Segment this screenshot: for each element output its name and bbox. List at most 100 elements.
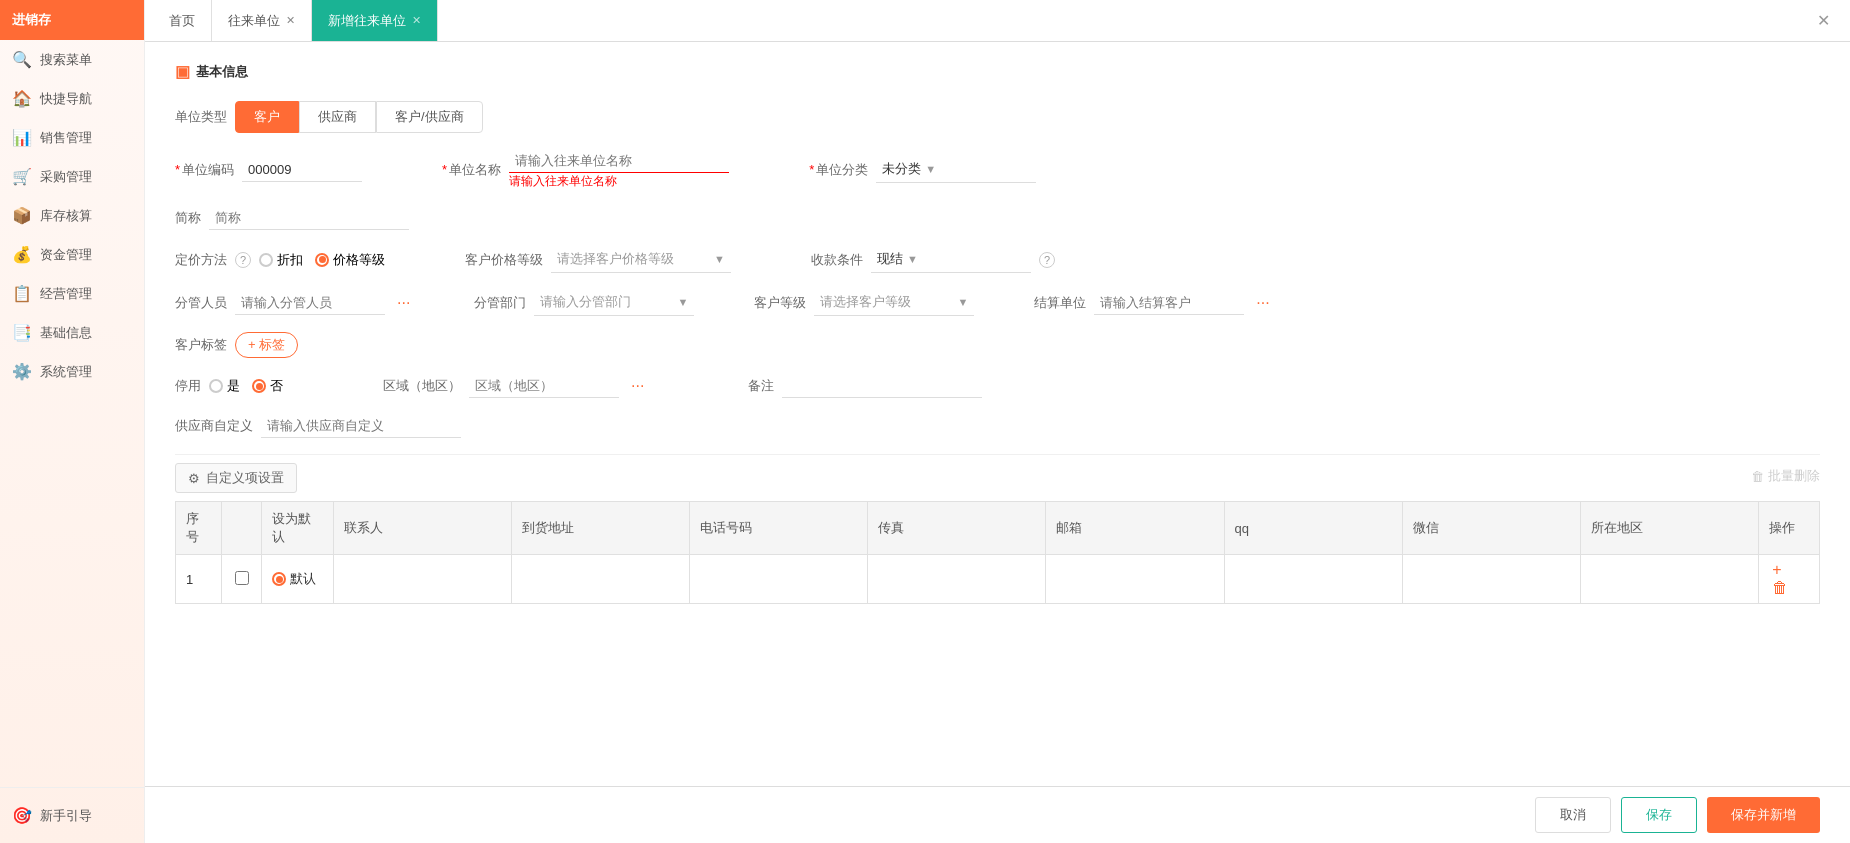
dept-label: 分管部门 [474,294,526,312]
tab-new-partner-close[interactable]: ✕ [412,14,421,27]
tab-partner[interactable]: 往来单位 ✕ [212,0,312,41]
cell-fax[interactable] [868,555,1046,604]
col-region: 所在地区 [1581,502,1759,555]
qq-input[interactable] [1235,572,1392,587]
region-more-icon[interactable]: ··· [627,377,648,395]
radio-circle-yes [209,379,223,393]
name-input-group: 请输入往来单位名称 [509,149,729,190]
type-btn-both[interactable]: 客户/供应商 [376,101,483,133]
customer-tag-group: 客户标签 + 标签 [175,332,298,358]
col-address: 到货地址 [511,502,689,555]
cell-email[interactable] [1046,555,1224,604]
add-tag-button[interactable]: + 标签 [235,332,298,358]
sidebar-item-inventory[interactable]: 📦 库存核算 [0,196,144,235]
sidebar-label-inventory: 库存核算 [40,207,92,225]
phone-input[interactable] [700,572,857,587]
tab-home[interactable]: 首页 [153,0,212,41]
tab-new-partner-label: 新增往来单位 [328,12,406,30]
payment-terms-help-icon[interactable]: ? [1039,252,1055,268]
customer-level-label: 客户等级 [754,294,806,312]
pricing-radio-price-level[interactable]: 价格等级 [315,251,385,269]
delete-row-button[interactable]: 🗑 [1769,579,1791,596]
search-icon: 🔍 [12,50,32,69]
save-new-button[interactable]: 保存并新增 [1707,797,1820,833]
custom-settings-button[interactable]: ⚙ 自定义项设置 [175,463,297,493]
cell-contact[interactable] [333,555,511,604]
code-label: *单位编码 [175,161,234,179]
custom-settings-label: 自定义项设置 [206,469,284,487]
disable-label: 停用 [175,377,201,395]
sidebar-item-system[interactable]: ⚙️ 系统管理 [0,352,144,391]
tabs-bar: 首页 往来单位 ✕ 新增往来单位 ✕ ✕ [145,0,1850,42]
settlement-more-icon[interactable]: ··· [1252,294,1273,312]
cell-checkbox[interactable] [222,555,262,604]
batch-delete-button[interactable]: 🗑 批量删除 [1751,467,1820,485]
cell-address[interactable] [511,555,689,604]
sidebar-item-guide[interactable]: 🎯 新手引导 [0,796,144,835]
disable-radio-group: 是 否 [209,377,283,395]
category-select[interactable]: 未分类 ▼ [876,156,1036,183]
customer-level-chevron-icon: ▼ [957,296,968,308]
cell-wechat[interactable] [1402,555,1580,604]
manager-input[interactable] [235,291,385,315]
supplier-custom-input[interactable] [261,414,461,438]
code-input[interactable] [242,158,362,182]
radio-label-price-level: 价格等级 [333,251,385,269]
table-row: 1 默认 [176,555,1820,604]
type-btn-supplier[interactable]: 供应商 [299,101,376,133]
unit-type-label: 单位类型 [175,108,227,126]
sidebar-item-basic-info[interactable]: 📑 基础信息 [0,313,144,352]
dept-select[interactable]: 请输入分管部门 ▼ [534,289,694,316]
window-close-button[interactable]: ✕ [1805,11,1842,30]
default-radio[interactable]: 默认 [272,570,323,588]
category-label: *单位分类 [809,161,868,179]
cell-qq[interactable] [1224,555,1402,604]
short-name-label: 简称 [175,209,201,227]
name-input[interactable] [509,149,729,173]
pricing-help-icon[interactable]: ? [235,252,251,268]
add-row-button[interactable]: + [1769,561,1784,578]
tab-new-partner[interactable]: 新增往来单位 ✕ [312,0,438,41]
customer-price-level-select[interactable]: 请选择客户价格等级 ▼ [551,246,731,273]
email-input[interactable] [1056,572,1213,587]
sidebar-item-finance[interactable]: 💰 资金管理 [0,235,144,274]
main-area: 首页 往来单位 ✕ 新增往来单位 ✕ ✕ ▣ 基本信息 单位类型 客户 供应商 … [145,0,1850,843]
code-group: *单位编码 [175,158,362,182]
pricing-radio-discount[interactable]: 折扣 [259,251,303,269]
name-error-msg: 请输入往来单位名称 [509,173,729,190]
disable-radio-yes[interactable]: 是 [209,377,240,395]
sidebar-item-search[interactable]: 🔍 搜索菜单 [0,40,144,79]
radio-circle-no [252,379,266,393]
sidebar-item-sales[interactable]: 📊 销售管理 [0,118,144,157]
disable-radio-no[interactable]: 否 [252,377,283,395]
sidebar-item-purchase[interactable]: 🛒 采购管理 [0,157,144,196]
settlement-input[interactable] [1094,291,1244,315]
sidebar-item-operations[interactable]: 📋 经营管理 [0,274,144,313]
supplier-custom-row: 供应商自定义 [175,414,1820,438]
region-cell-input[interactable] [1591,572,1748,587]
wechat-input[interactable] [1413,572,1570,587]
fax-input[interactable] [878,572,1035,587]
cell-phone[interactable] [690,555,868,604]
col-email: 邮箱 [1046,502,1224,555]
sidebar-label-operations: 经营管理 [40,285,92,303]
unit-type-buttons: 客户 供应商 客户/供应商 [235,101,483,133]
type-btn-customer[interactable]: 客户 [235,101,299,133]
home-icon: 🏠 [12,89,32,108]
cell-region[interactable] [1581,555,1759,604]
cancel-button[interactable]: 取消 [1535,797,1611,833]
sidebar-item-quick-nav[interactable]: 🏠 快捷导航 [0,79,144,118]
contact-input[interactable] [344,572,501,587]
address-input[interactable] [522,572,679,587]
manager-more-icon[interactable]: ··· [393,294,414,312]
remark-input[interactable] [782,374,982,398]
short-name-input[interactable] [209,206,409,230]
sidebar-label-purchase: 采购管理 [40,168,92,186]
row-checkbox[interactable] [235,571,249,585]
region-input[interactable] [469,374,619,398]
save-button[interactable]: 保存 [1621,797,1697,833]
customer-level-select[interactable]: 请选择客户等级 ▼ [814,289,974,316]
tab-partner-close[interactable]: ✕ [286,14,295,27]
payment-terms-select[interactable]: 现结 ▼ [871,246,1031,273]
inventory-icon: 📦 [12,206,32,225]
